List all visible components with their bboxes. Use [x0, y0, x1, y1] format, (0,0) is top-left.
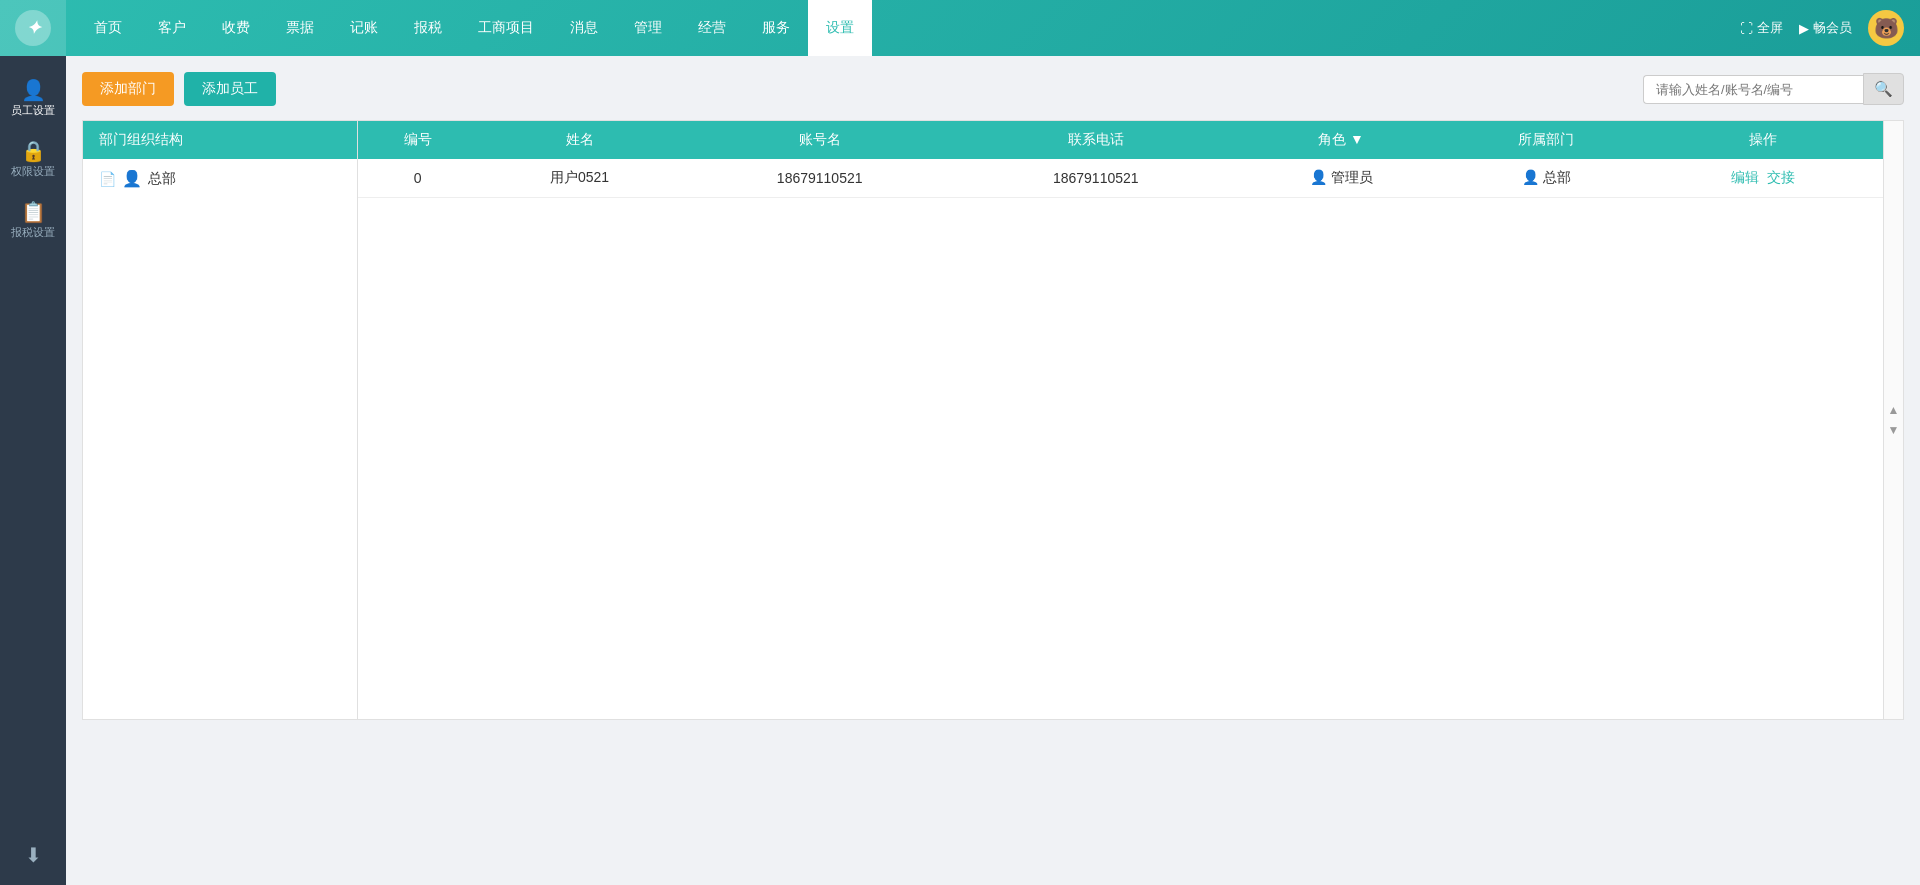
cell-phone: 18679110521: [958, 159, 1234, 198]
logo: ✦: [0, 0, 66, 56]
add-employee-button[interactable]: 添加员工: [184, 72, 276, 106]
sidebar-item-tax[interactable]: 📋 报税设置: [0, 188, 66, 249]
main-layout: 👤 员工设置 🔒 权限设置 📋 报税设置 ⬇ 添加部门 添加员工 🔍: [0, 56, 1920, 885]
col-role: 角色 ▼: [1234, 121, 1449, 159]
nav-menu: 首页客户收费票据记账报税工商项目消息管理经营服务设置: [66, 0, 1740, 56]
sidebar-download[interactable]: ⬇: [0, 831, 66, 875]
nav-item-客户[interactable]: 客户: [140, 0, 204, 56]
nav-item-经营[interactable]: 经营: [680, 0, 744, 56]
fullscreen-icon: ⛶: [1740, 21, 1753, 36]
table-row: 0 用户0521 18679110521 18679110521 👤管理员 👤总…: [358, 159, 1883, 198]
col-phone: 联系电话: [958, 121, 1234, 159]
col-name: 姓名: [478, 121, 682, 159]
logo-icon: ✦: [15, 10, 51, 46]
cell-actions: 编辑交接: [1644, 159, 1883, 198]
person-icon: 👤: [21, 80, 46, 100]
employee-table-area: 编号 姓名 账号名 联系电话 角色 ▼ 所属部门 操作 0 用户0521 186…: [358, 121, 1883, 719]
cell-role: 👤管理员: [1234, 159, 1449, 198]
col-account: 账号名: [682, 121, 958, 159]
org-tree-panel: 部门组织结构 📄 👤 总部: [83, 121, 358, 719]
search-area: 🔍: [1643, 73, 1904, 105]
member-button[interactable]: ▶ 畅会员: [1799, 19, 1852, 37]
employee-table: 编号 姓名 账号名 联系电话 角色 ▼ 所属部门 操作 0 用户0521 186…: [358, 121, 1883, 198]
org-tree-item-headquarter[interactable]: 📄 👤 总部: [83, 159, 357, 198]
user-icon: 👤: [122, 169, 142, 188]
col-actions: 操作: [1644, 121, 1883, 159]
sidebar-item-employee[interactable]: 👤 员工设置: [0, 66, 66, 127]
nav-item-服务[interactable]: 服务: [744, 0, 808, 56]
table-container: 部门组织结构 📄 👤 总部 编号 姓名 账号名 联系电话: [82, 120, 1904, 720]
add-department-button[interactable]: 添加部门: [82, 72, 174, 106]
play-icon: ▶: [1799, 21, 1809, 36]
nav-item-消息[interactable]: 消息: [552, 0, 616, 56]
scroll-up-arrow[interactable]: ▲: [1885, 400, 1903, 420]
tax-icon: 📋: [21, 202, 46, 222]
action-交接[interactable]: 交接: [1767, 169, 1795, 185]
member-label: 畅会员: [1813, 19, 1852, 37]
table-header-row: 编号 姓名 账号名 联系电话 角色 ▼ 所属部门 操作: [358, 121, 1883, 159]
file-icon: 📄: [99, 171, 116, 187]
nav-item-收费[interactable]: 收费: [204, 0, 268, 56]
org-tree-label: 总部: [148, 170, 176, 188]
scroll-arrows: ▲ ▼: [1883, 121, 1903, 719]
sidebar-bottom: ⬇: [0, 831, 66, 885]
fullscreen-button[interactable]: ⛶ 全屏: [1740, 19, 1783, 37]
org-tree-header: 部门组织结构: [83, 121, 357, 159]
cell-dept: 👤总部: [1448, 159, 1644, 198]
col-dept: 所属部门: [1448, 121, 1644, 159]
download-icon: ⬇: [25, 845, 42, 865]
sidebar-label-tax: 报税设置: [11, 226, 55, 239]
action-编辑[interactable]: 编辑: [1731, 169, 1759, 185]
lock-icon: 🔒: [21, 141, 46, 161]
cell-id: 0: [358, 159, 478, 198]
search-button[interactable]: 🔍: [1863, 73, 1904, 105]
top-navigation: ✦ 首页客户收费票据记账报税工商项目消息管理经营服务设置 ⛶ 全屏 ▶ 畅会员 …: [0, 0, 1920, 56]
cell-name: 用户0521: [478, 159, 682, 198]
cell-account: 18679110521: [682, 159, 958, 198]
sidebar-label-permissions: 权限设置: [11, 165, 55, 178]
search-input[interactable]: [1643, 75, 1863, 104]
toolbar: 添加部门 添加员工 🔍: [82, 72, 1904, 106]
nav-item-记账[interactable]: 记账: [332, 0, 396, 56]
sidebar-label-employee: 员工设置: [11, 104, 55, 117]
fullscreen-label: 全屏: [1757, 19, 1783, 37]
scroll-down-arrow[interactable]: ▼: [1885, 420, 1903, 440]
avatar[interactable]: 🐻: [1868, 10, 1904, 46]
nav-item-报税[interactable]: 报税: [396, 0, 460, 56]
sidebar-item-permissions[interactable]: 🔒 权限设置: [0, 127, 66, 188]
content-area: 添加部门 添加员工 🔍 部门组织结构 📄 👤 总部: [66, 56, 1920, 885]
nav-item-设置[interactable]: 设置: [808, 0, 872, 56]
sidebar: 👤 员工设置 🔒 权限设置 📋 报税设置 ⬇: [0, 56, 66, 885]
nav-item-首页[interactable]: 首页: [76, 0, 140, 56]
nav-right: ⛶ 全屏 ▶ 畅会员 🐻: [1740, 10, 1920, 46]
col-id: 编号: [358, 121, 478, 159]
nav-item-票据[interactable]: 票据: [268, 0, 332, 56]
nav-item-工商项目[interactable]: 工商项目: [460, 0, 552, 56]
nav-item-管理[interactable]: 管理: [616, 0, 680, 56]
